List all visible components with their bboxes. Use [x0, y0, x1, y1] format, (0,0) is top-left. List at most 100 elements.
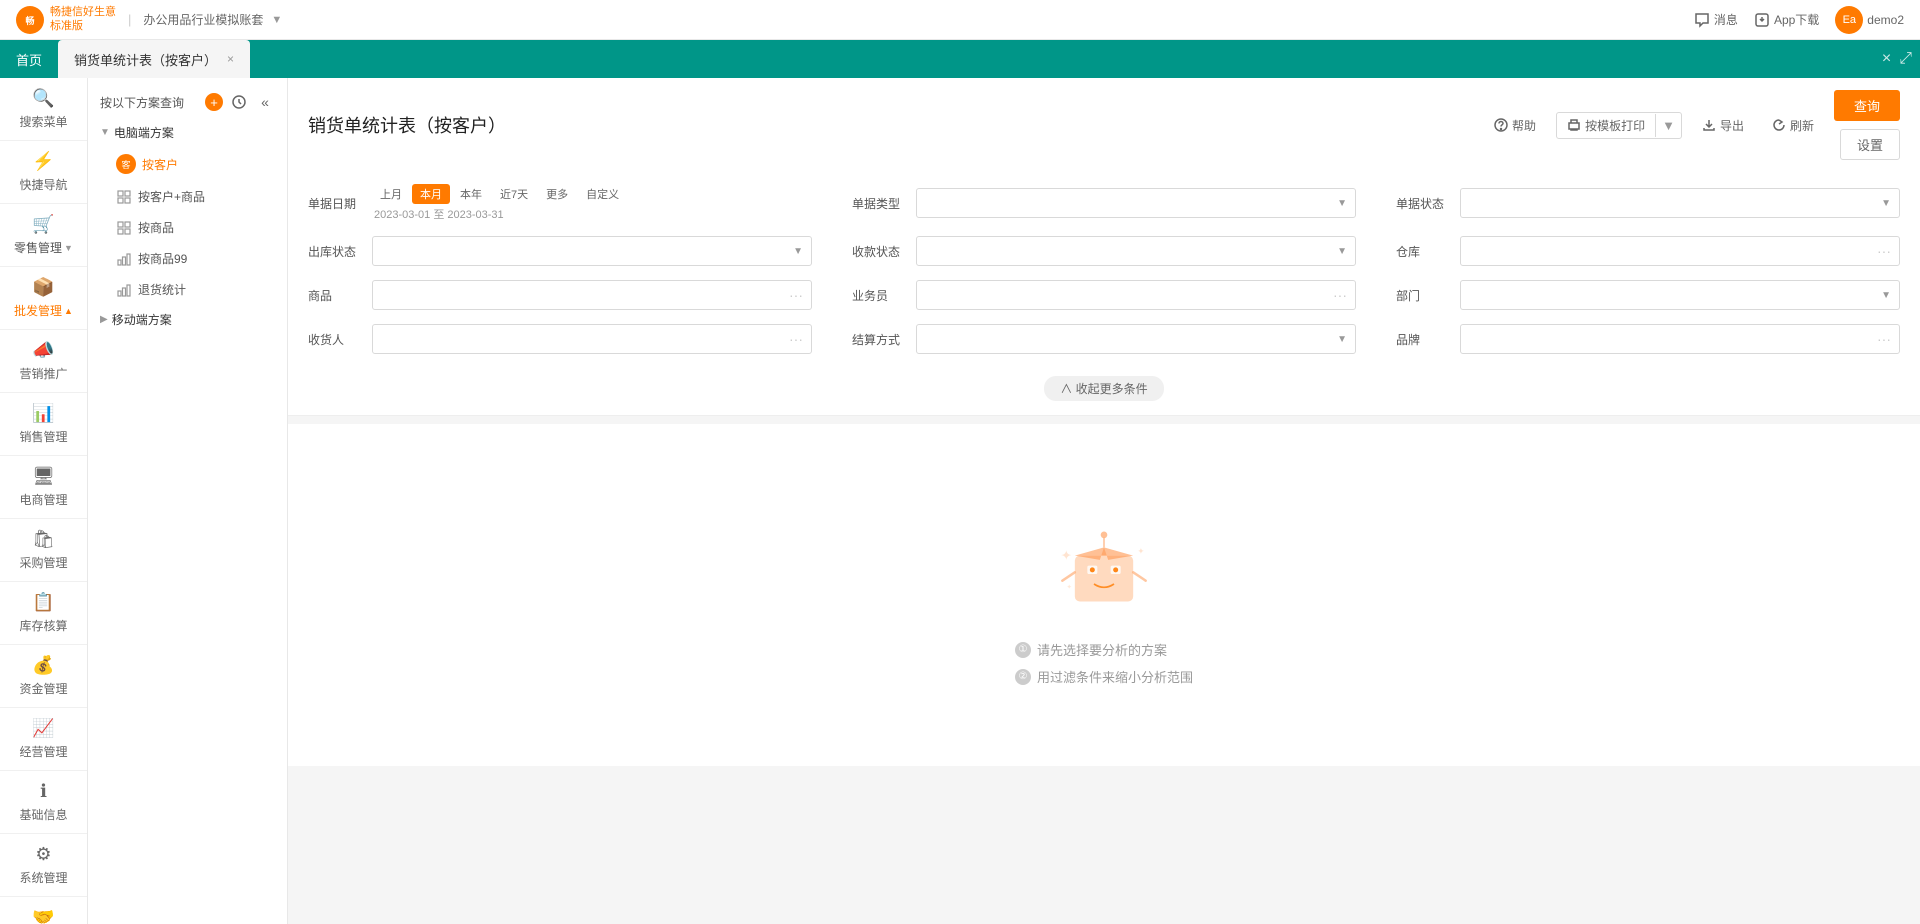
edit-icon [231, 94, 247, 110]
empty-tip-1: ① 请先选择要分析的方案 [1015, 640, 1193, 659]
filter-select-warehouse[interactable]: ··· [1460, 236, 1900, 266]
tab-close-btn[interactable]: × [227, 52, 234, 66]
filter-select-brand[interactable]: ··· [1460, 324, 1900, 354]
filter-label-warehouse: 仓库 [1396, 243, 1452, 260]
mobile-group-label: 移动端方案 [112, 311, 172, 328]
customer-product-icon [116, 189, 132, 205]
filter-select-out-status[interactable]: ▼ [372, 236, 812, 266]
empty-icon-area: ✦ ✦ ✦ [1044, 504, 1164, 624]
mobile-group-header[interactable]: ▶ 移动端方案 [88, 305, 287, 334]
sidebar-item-finance[interactable]: 💰 资金管理 [0, 645, 87, 708]
message-action[interactable]: 消息 [1694, 11, 1738, 28]
filter-select-settlement[interactable]: ▼ [916, 324, 1356, 354]
sidebar-item-basic-info[interactable]: ℹ 基础信息 [0, 771, 87, 834]
filter-cell-order-type: 单据类型 ▼ [852, 188, 1356, 218]
print-btn-group: 按模板打印 ▼ [1556, 112, 1682, 139]
empty-illustration: ✦ ✦ ✦ [1054, 514, 1154, 614]
scheme-item-by-customer-product[interactable]: 按客户+商品 [88, 181, 287, 212]
page-title: 销货单统计表（按客户） [308, 112, 506, 138]
scheme-item-by-product[interactable]: 按商品 [88, 212, 287, 243]
scheme-collapse-btn[interactable]: « [255, 92, 275, 112]
return-stats-icon [116, 282, 132, 298]
sidebar-item-retail-mgmt[interactable]: 🛒 零售管理 ▼ [0, 204, 87, 267]
scheme-panel-header: 按以下方案查询 + « [88, 86, 287, 118]
date-tab-7days[interactable]: 近7天 [492, 184, 536, 204]
filter-label-date: 单据日期 [308, 195, 364, 212]
sidebar-item-quick-nav[interactable]: ⚡ 快捷导航 [0, 141, 87, 204]
tab-active[interactable]: 销货单统计表（按客户） × [58, 40, 250, 78]
query-btn[interactable]: 查询 [1834, 90, 1900, 121]
tab-close-all-btn[interactable]: × [1882, 50, 1891, 68]
sidebar: 🔍 搜索菜单 ⚡ 快捷导航 🛒 零售管理 ▼ 📦 批发管理 ▲ 📣 营销推广 [0, 78, 88, 924]
page-top-bar: 销货单统计表（按客户） 帮助 按模板打印 [288, 78, 1920, 170]
collapse-conditions-btn[interactable]: ∧ 收起更多条件 [1044, 376, 1163, 401]
filter-select-recipient[interactable]: ··· [372, 324, 812, 354]
sidebar-item-marketing[interactable]: 📣 营销推广 [0, 330, 87, 393]
recipient-dots: ··· [789, 331, 803, 347]
filter-cell-settlement: 结算方式 ▼ [852, 324, 1356, 354]
scheme-edit-btn[interactable] [229, 92, 249, 112]
filter-select-product[interactable]: ··· [372, 280, 812, 310]
user-action[interactable]: Ea demo2 [1835, 6, 1904, 34]
download-action[interactable]: App下载 [1754, 11, 1819, 28]
sidebar-item-purchase-mgmt[interactable]: 🛍 采购管理 [0, 519, 87, 582]
wholesale-mgmt-icon: 📦 [32, 277, 54, 298]
filter-select-department[interactable]: ▼ [1460, 280, 1900, 310]
date-tab-more[interactable]: 更多 [538, 184, 576, 204]
sidebar-item-enterprise[interactable]: 🤝 企业协同 [0, 897, 87, 924]
filter-select-receipt-status[interactable]: ▼ [916, 236, 1356, 266]
scheme-item-by-customer[interactable]: 客 按客户 [88, 147, 287, 181]
filter-label-out-status: 出库状态 [308, 243, 364, 260]
avatar: Ea [1835, 6, 1863, 34]
product-99-icon [116, 251, 132, 267]
scheme-item-by-product-99[interactable]: 按商品99 [88, 243, 287, 274]
logo-area: 畅 畅捷信好生意 标准版 [16, 6, 116, 34]
filter-cell-brand: 品牌 ··· [1396, 324, 1900, 354]
department-arrow: ▼ [1881, 290, 1891, 301]
filter-row-1: 单据日期 上月 本月 本年 近7天 更多 自定义 2023-03-01 至 20… [308, 184, 1900, 222]
scheme-panel-actions: + « [205, 92, 275, 112]
pc-group-label: 电脑端方案 [114, 124, 174, 141]
mobile-group-arrow: ▶ [100, 314, 108, 325]
filter-label-product: 商品 [308, 287, 364, 304]
filter-select-salesperson[interactable]: ··· [916, 280, 1356, 310]
basic-info-icon: ℹ [40, 781, 47, 802]
filter-select-order-type[interactable]: ▼ [916, 188, 1356, 218]
finance-icon: 💰 [32, 655, 54, 676]
filter-select-order-status[interactable]: ▼ [1460, 188, 1900, 218]
sidebar-item-ecommerce[interactable]: 🖥 电商管理 [0, 456, 87, 519]
sidebar-item-search-menu[interactable]: 🔍 搜索菜单 [0, 78, 87, 141]
print-main-btn[interactable]: 按模板打印 [1557, 113, 1655, 138]
settings-btn[interactable]: 设置 [1840, 129, 1900, 160]
svg-text:✦: ✦ [1067, 583, 1073, 591]
breadcrumb-arrow[interactable]: ▼ [271, 14, 282, 26]
tab-bar: 首页 销货单统计表（按客户） × × ⤢ [0, 40, 1920, 78]
order-type-arrow: ▼ [1337, 198, 1347, 209]
enterprise-icon: 🤝 [32, 907, 54, 924]
export-btn[interactable]: 导出 [1694, 113, 1752, 138]
date-tab-last-month[interactable]: 上月 [372, 184, 410, 204]
date-range-value: 2023-03-01 至 2023-03-31 [372, 206, 812, 222]
date-tab-custom[interactable]: 自定义 [578, 184, 627, 204]
date-tab-this-year[interactable]: 本年 [452, 184, 490, 204]
sidebar-item-sales-mgmt[interactable]: 📊 销售管理 [0, 393, 87, 456]
breadcrumb-divider: | [128, 12, 131, 27]
refresh-btn[interactable]: 刷新 [1764, 113, 1822, 138]
tab-home[interactable]: 首页 [0, 40, 58, 78]
filter-cell-order-status: 单据状态 ▼ [1396, 188, 1900, 218]
date-tab-this-month[interactable]: 本月 [412, 184, 450, 204]
help-btn[interactable]: 帮助 [1486, 113, 1544, 138]
breadcrumb-item[interactable]: 办公用品行业模拟账套 [143, 11, 263, 28]
sidebar-item-inventory[interactable]: 📋 库存核算 [0, 582, 87, 645]
print-arrow-btn[interactable]: ▼ [1655, 114, 1681, 137]
filter-cell-receipt-status: 收款状态 ▼ [852, 236, 1356, 266]
tip-num-2: ② [1015, 669, 1031, 685]
sidebar-item-sys-mgmt[interactable]: ⚙ 系统管理 [0, 834, 87, 897]
sidebar-item-wholesale-mgmt[interactable]: 📦 批发管理 ▲ [0, 267, 87, 330]
sidebar-item-operations[interactable]: 📈 经营管理 [0, 708, 87, 771]
scheme-add-btn[interactable]: + [205, 93, 223, 111]
date-range-tabs: 上月 本月 本年 近7天 更多 自定义 [372, 184, 812, 204]
pc-group-header[interactable]: ▼ 电脑端方案 [88, 118, 287, 147]
tab-expand-btn[interactable]: ⤢ [1899, 50, 1912, 68]
scheme-item-return-stats[interactable]: 退货统计 [88, 274, 287, 305]
